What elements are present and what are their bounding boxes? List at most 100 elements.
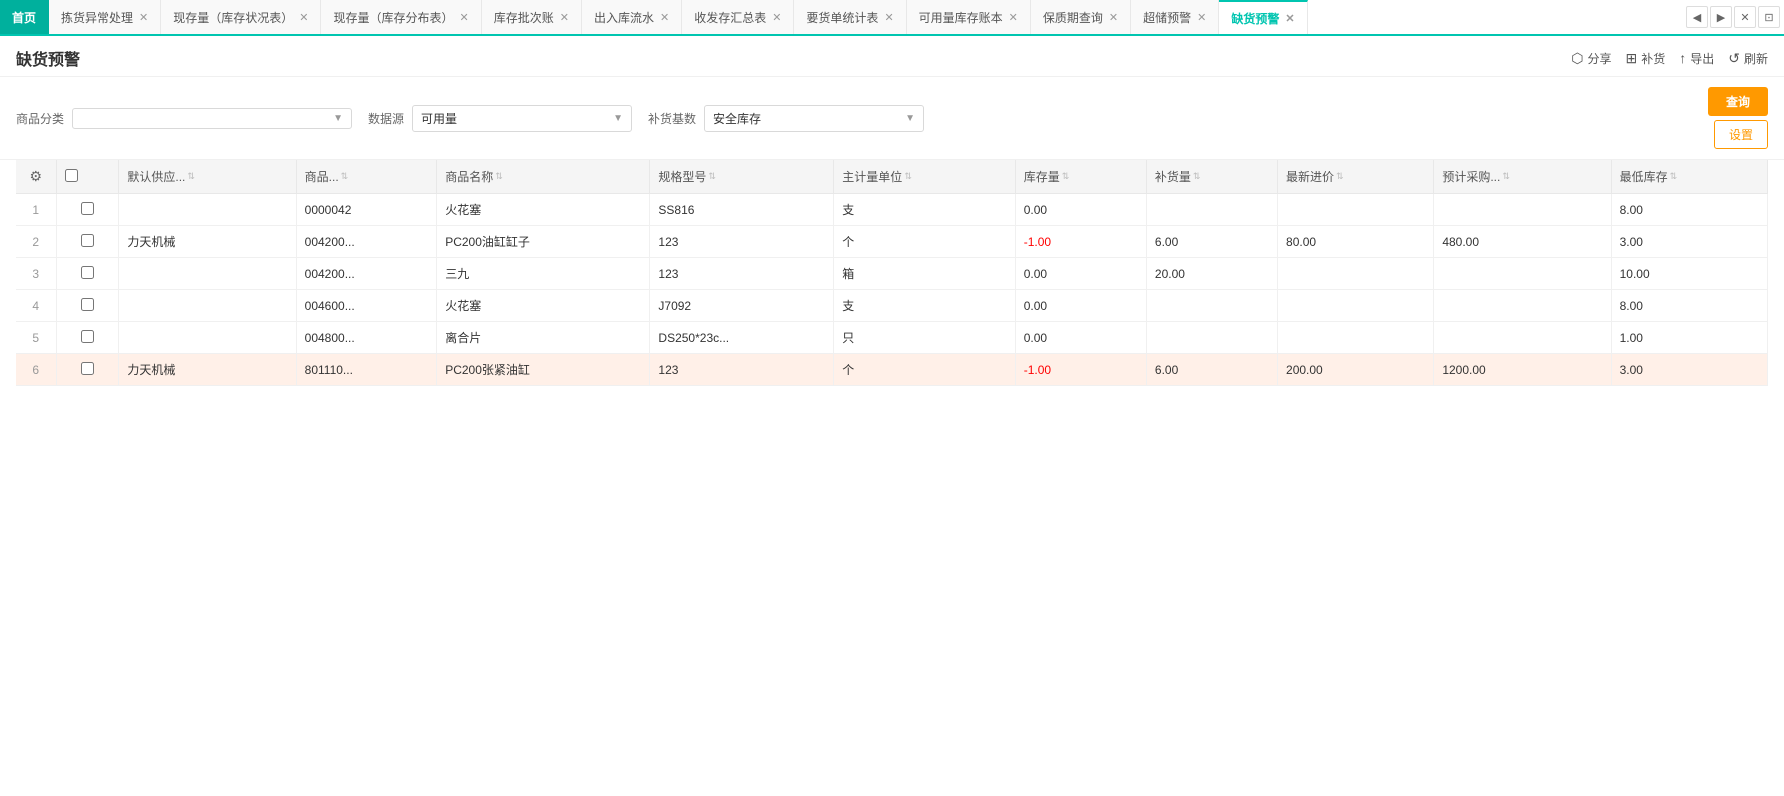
sort-latest-price-icon[interactable]: ⇅ — [1336, 171, 1344, 182]
sort-default-supplier-icon[interactable]: ⇅ — [187, 171, 195, 182]
row-default-supplier: 力天机械 — [119, 354, 296, 386]
row-product-code: 801110... — [296, 354, 437, 386]
row-product-code: 0000042 — [296, 194, 437, 226]
th-estimated-purchase-label: 预计采购... — [1442, 168, 1500, 185]
category-filter-group: 商品分类 ▼ — [16, 108, 352, 129]
row-product-code: 004200... — [296, 258, 437, 290]
tab-receive-summary-close[interactable]: ✕ — [772, 11, 781, 24]
th-latest-price: 最新进价 ⇅ — [1278, 160, 1434, 194]
datasource-select[interactable]: 可用量 ▼ — [412, 105, 632, 132]
th-settings[interactable]: ⚙ — [16, 160, 56, 194]
tab-batch-account-close[interactable]: ✕ — [560, 11, 569, 24]
select-all-checkbox[interactable] — [65, 169, 78, 182]
row-spec: 123 — [650, 226, 834, 258]
th-stock-label: 库存量 — [1024, 168, 1060, 185]
page-title: 缺货预警 — [16, 46, 80, 70]
row-min-stock: 1.00 — [1611, 322, 1767, 354]
replenish-base-select[interactable]: 安全库存 ▼ — [704, 105, 924, 132]
th-spec: 规格型号 ⇅ — [650, 160, 834, 194]
tab-order-stats-label: 要货单统计表 — [806, 9, 878, 26]
tab-inventory-dist[interactable]: 现存量（库存分布表） ✕ — [321, 0, 481, 34]
category-select[interactable]: ▼ — [72, 108, 352, 129]
tab-batch-account[interactable]: 库存批次账 ✕ — [482, 0, 582, 34]
tab-receive-summary[interactable]: 收发存汇总表 ✕ — [682, 0, 794, 34]
replenish-base-filter-group: 补货基数 安全库存 ▼ — [648, 105, 924, 132]
row-latest-price — [1278, 258, 1434, 290]
row-estimated-purchase: 480.00 — [1434, 226, 1611, 258]
tab-inventory-status[interactable]: 现存量（库存状况表） ✕ — [161, 0, 321, 34]
row-checkbox[interactable] — [81, 266, 94, 279]
category-label: 商品分类 — [16, 110, 64, 127]
tab-prev-button[interactable]: ◀ — [1686, 6, 1708, 28]
sort-min-stock-icon[interactable]: ⇅ — [1670, 171, 1678, 182]
sort-unit-icon[interactable]: ⇅ — [904, 171, 912, 182]
row-estimated-purchase: 1200.00 — [1434, 354, 1611, 386]
row-spec: 123 — [650, 258, 834, 290]
row-checkbox[interactable] — [81, 330, 94, 343]
row-unit: 个 — [834, 226, 1015, 258]
tab-abnormal[interactable]: 拣货异常处理 ✕ — [49, 0, 161, 34]
row-spec: 123 — [650, 354, 834, 386]
refresh-button[interactable]: ↺ 刷新 — [1728, 50, 1768, 67]
row-num: 4 — [16, 290, 56, 322]
tab-shortage[interactable]: 缺货预警 ✕ — [1219, 0, 1307, 34]
tab-shortage-close[interactable]: ✕ — [1285, 12, 1294, 25]
th-replenish: 补货量 ⇅ — [1146, 160, 1277, 194]
tab-expiry-query[interactable]: 保质期查询 ✕ — [1031, 0, 1131, 34]
tab-in-out-flow-close[interactable]: ✕ — [660, 11, 669, 24]
row-checkbox[interactable] — [81, 298, 94, 311]
tab-close-all-button[interactable]: ✕ — [1734, 6, 1756, 28]
tab-expand-button[interactable]: ⊡ — [1758, 6, 1780, 28]
row-spec: J7092 — [650, 290, 834, 322]
tab-abnormal-close[interactable]: ✕ — [139, 11, 148, 24]
setting-button[interactable]: 设置 — [1714, 120, 1768, 149]
tab-order-stats-close[interactable]: ✕ — [884, 11, 893, 24]
th-unit: 主计量单位 ⇅ — [834, 160, 1015, 194]
sort-spec-icon[interactable]: ⇅ — [708, 171, 716, 182]
tab-inventory-status-label: 现存量（库存状况表） — [173, 9, 293, 26]
row-checkbox[interactable] — [81, 234, 94, 247]
tab-overstock-close[interactable]: ✕ — [1197, 11, 1206, 24]
replenish-button[interactable]: ⊞ 补货 — [1625, 50, 1665, 67]
share-button[interactable]: ⬡ 分享 — [1571, 50, 1611, 67]
th-latest-price-label: 最新进价 — [1286, 168, 1334, 185]
row-checkbox[interactable] — [81, 202, 94, 215]
sort-replenish-icon[interactable]: ⇅ — [1193, 171, 1201, 182]
export-label: 导出 — [1690, 50, 1714, 67]
sort-estimated-purchase-icon[interactable]: ⇅ — [1502, 171, 1510, 182]
row-min-stock: 8.00 — [1611, 290, 1767, 322]
row-product-name: 离合片 — [437, 322, 650, 354]
sort-stock-icon[interactable]: ⇅ — [1062, 171, 1070, 182]
row-product-name: PC200油缸缸子 — [437, 226, 650, 258]
row-replenish: 6.00 — [1146, 226, 1277, 258]
th-stock: 库存量 ⇅ — [1015, 160, 1146, 194]
settings-icon[interactable]: ⚙ — [29, 168, 42, 184]
sort-product-name-icon[interactable]: ⇅ — [495, 171, 503, 182]
tab-inventory-dist-close[interactable]: ✕ — [460, 11, 469, 24]
row-default-supplier — [119, 194, 296, 226]
tab-in-out-flow[interactable]: 出入库流水 ✕ — [582, 0, 682, 34]
tab-overstock[interactable]: 超储预警 ✕ — [1131, 0, 1219, 34]
query-button[interactable]: 查询 — [1708, 87, 1768, 116]
row-stock: 0.00 — [1015, 194, 1146, 226]
row-num: 3 — [16, 258, 56, 290]
tab-order-stats[interactable]: 要货单统计表 ✕ — [794, 0, 906, 34]
tab-home[interactable]: 首页 — [0, 0, 49, 34]
row-default-supplier — [119, 290, 296, 322]
tab-inventory-status-close[interactable]: ✕ — [299, 11, 308, 24]
row-checkbox-cell — [56, 290, 119, 322]
row-checkbox[interactable] — [81, 362, 94, 375]
replenish-base-value: 安全库存 — [713, 110, 761, 127]
tab-next-button[interactable]: ▶ — [1710, 6, 1732, 28]
th-spec-label: 规格型号 — [658, 168, 706, 185]
replenish-base-label: 补货基数 — [648, 110, 696, 127]
export-icon: ↑ — [1679, 50, 1686, 66]
tab-available-ledger[interactable]: 可用量库存账本 ✕ — [907, 0, 1031, 34]
export-button[interactable]: ↑ 导出 — [1679, 50, 1714, 67]
tab-available-ledger-close[interactable]: ✕ — [1009, 11, 1018, 24]
tab-expiry-query-close[interactable]: ✕ — [1109, 11, 1118, 24]
sort-product-code-icon[interactable]: ⇅ — [341, 171, 349, 182]
row-spec: SS816 — [650, 194, 834, 226]
row-stock: 0.00 — [1015, 290, 1146, 322]
table-row: 6 力天机械 801110... PC200张紧油缸 123 个 -1.00 6… — [16, 354, 1768, 386]
